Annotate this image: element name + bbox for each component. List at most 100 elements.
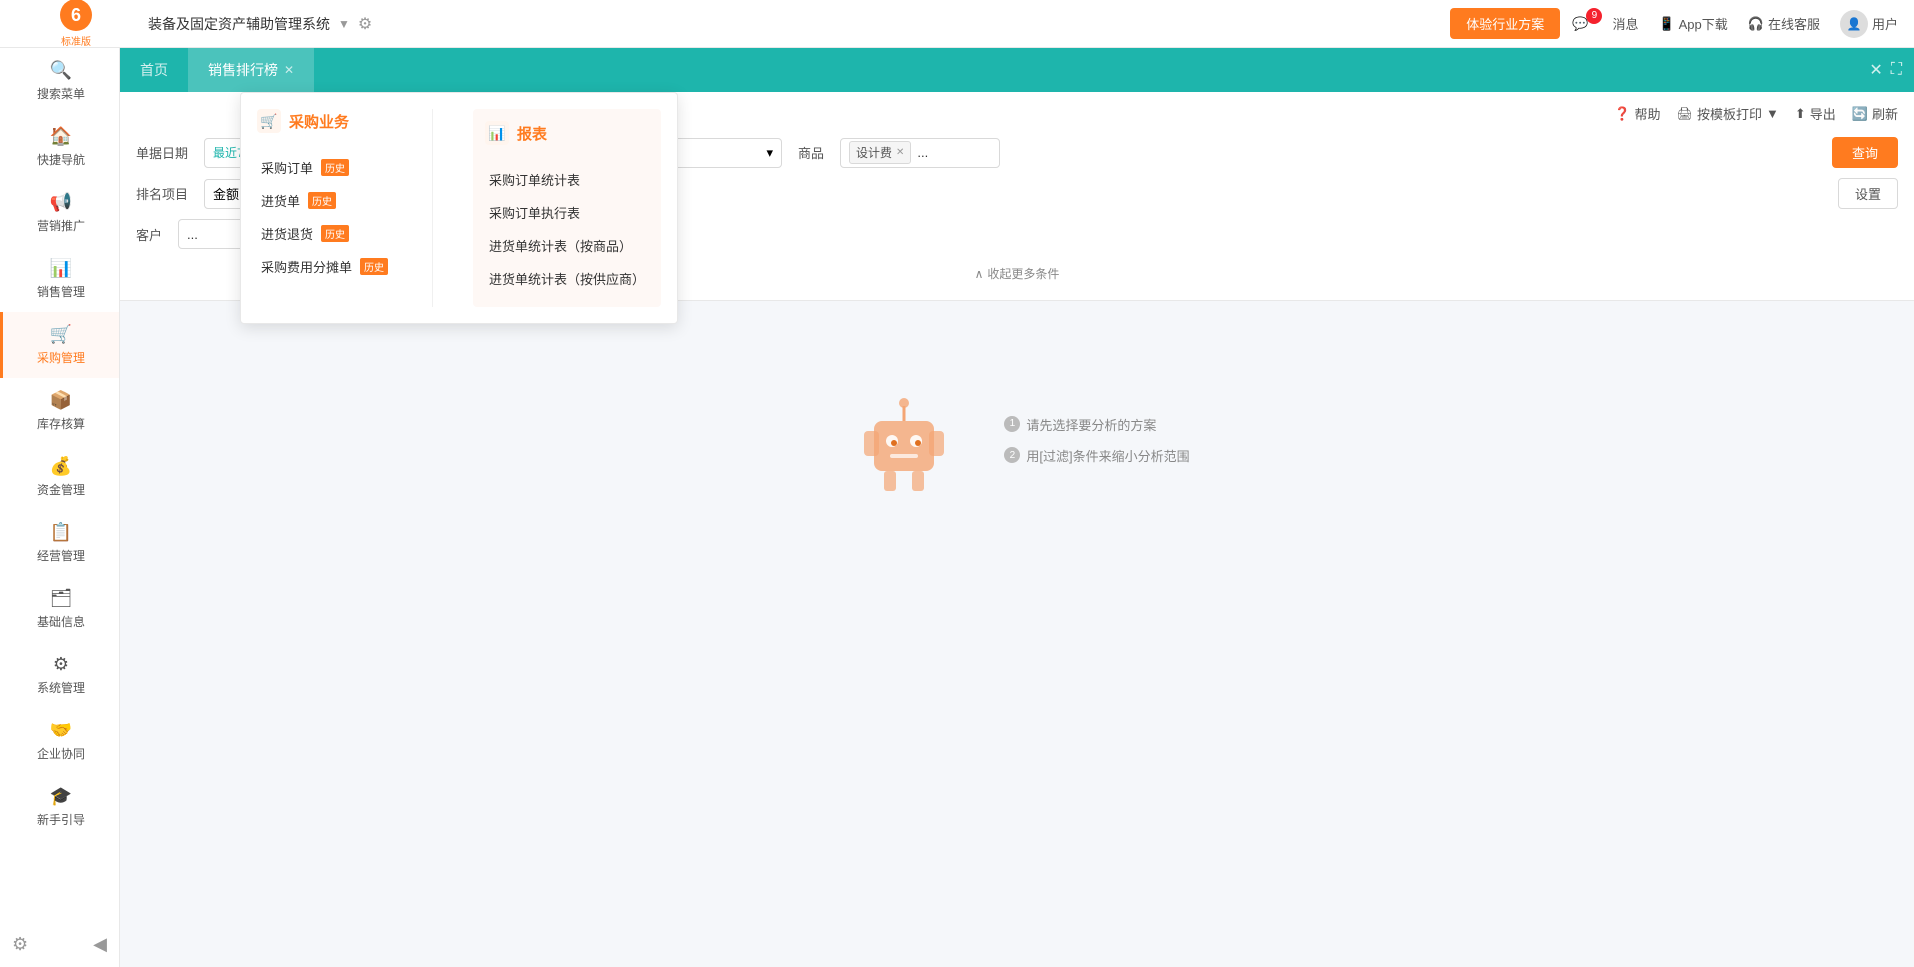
logo-area: 6 标准版: [16, 0, 136, 48]
empty-hints: 1 请先选择要分析的方案 2 用[过滤]条件来缩小分析范围: [1004, 414, 1189, 469]
sidebar-item-enterprise[interactable]: 🤝 企业协同: [0, 708, 119, 774]
sidebar-item-sales[interactable]: 📊 销售管理: [0, 246, 119, 312]
system-icon: ⚙: [53, 654, 69, 675]
menu-reports-title: 📊 报表: [485, 121, 649, 153]
rank-select-value: 金额: [213, 184, 239, 203]
sidebar-item-system[interactable]: ⚙ 系统管理: [0, 642, 119, 708]
empty-state: 1 请先选择要分析的方案 2 用[过滤]条件来缩小分析范围: [120, 301, 1914, 581]
sidebar-item-inventory[interactable]: 📦 库存核算: [0, 378, 119, 444]
menu-item-incoming[interactable]: 进货单 历史: [257, 184, 392, 217]
help-icon: ❓: [1614, 106, 1630, 122]
print-dropdown-arrow[interactable]: ▼: [1766, 106, 1779, 121]
phone-icon: 📱: [1658, 16, 1674, 32]
logo-subtext: 标准版: [61, 33, 91, 48]
sidebar-settings-icon[interactable]: ⚙: [12, 934, 28, 955]
customer-label: 客户: [136, 225, 162, 244]
help-link[interactable]: ❓ 帮助: [1614, 104, 1660, 123]
goods-tag[interactable]: 设计费 ✕: [849, 141, 911, 164]
message-item[interactable]: 💬 9 消息: [1572, 14, 1638, 33]
goods-stats-label: 进货单统计表（按商品）: [489, 236, 632, 255]
sidebar-label-basic: 基础信息: [37, 613, 85, 630]
incoming-label: 进货单: [261, 191, 300, 210]
sidebar-label-purchase: 采购管理: [37, 349, 85, 366]
menu-item-return[interactable]: 进货退货 历史: [257, 217, 392, 250]
app-download-label: App下载: [1679, 14, 1728, 33]
tab-sales-rank[interactable]: 销售排行榜 ✕: [188, 48, 314, 92]
sidebar-label-sales: 销售管理: [37, 283, 85, 300]
sidebar-item-operations[interactable]: 📋 经营管理: [0, 510, 119, 576]
tab-home[interactable]: 首页: [120, 48, 188, 92]
menu-item-order-exec[interactable]: 采购订单执行表: [485, 196, 649, 229]
step-1-num: 1: [1004, 416, 1020, 432]
hint-2-text: 用[过滤]条件来缩小分析范围: [1026, 445, 1189, 468]
purchase-icon: 🛒: [50, 324, 72, 345]
query-button[interactable]: 查询: [1832, 137, 1898, 168]
sidebar-item-purchase[interactable]: 🛒 采购管理: [0, 312, 119, 378]
user-label: 用户: [1872, 14, 1898, 33]
marketing-icon: 📢: [50, 192, 72, 213]
sidebar-item-search[interactable]: 🔍 搜索菜单: [0, 48, 119, 114]
sidebar-label-shortcut: 快捷导航: [37, 151, 85, 168]
print-link[interactable]: 🖨 按模板打印 ▼: [1676, 104, 1778, 123]
top-header: 6 标准版 装备及固定资产辅助管理系统 ▼ ⚙ 体验行业方案 💬 9 消息 📱 …: [0, 0, 1914, 48]
export-link[interactable]: ⬆ 导出: [1795, 104, 1836, 123]
trial-button[interactable]: 体验行业方案: [1450, 8, 1560, 39]
menu-purchase-section: 🛒 采购业务 采购订单 历史 进货单 历史 进货退货 历史 采购费用分摊单: [257, 109, 392, 307]
inventory-icon: 📦: [50, 390, 72, 411]
main-layout: 🔍 搜索菜单 🏠 快捷导航 📢 营销推广 📊 销售管理 🛒 采购管理 📦 库存核…: [0, 48, 1914, 967]
logo-icon: 6: [60, 0, 92, 31]
sidebar-bottom: ⚙ ◀: [0, 922, 119, 967]
sidebar-item-shortcut[interactable]: 🏠 快捷导航: [0, 114, 119, 180]
export-icon: ⬆: [1795, 106, 1806, 122]
sidebar-collapse-icon[interactable]: ◀: [93, 934, 107, 955]
tab-expand-icon[interactable]: ⛶: [1891, 61, 1902, 79]
online-service-item[interactable]: 🎧 在线客服: [1748, 14, 1820, 33]
sidebar-item-marketing[interactable]: 📢 营销推广: [0, 180, 119, 246]
goods-tag-close[interactable]: ✕: [896, 147, 904, 158]
order-stats-label: 采购订单统计表: [489, 170, 580, 189]
system-dropdown-arrow[interactable]: ▼: [338, 17, 350, 31]
sidebar-item-finance[interactable]: 💰 资金管理: [0, 444, 119, 510]
menu-item-expense[interactable]: 采购费用分摊单 历史: [257, 250, 392, 283]
customer-more-dots[interactable]: ...: [187, 227, 198, 242]
sidebar-item-guide[interactable]: 🎓 新手引导: [0, 774, 119, 840]
goods-input[interactable]: 设计费 ✕ ...: [840, 138, 1000, 168]
collapse-label: 收起更多条件: [987, 265, 1059, 282]
goods-more-dots[interactable]: ...: [917, 145, 928, 160]
app-download-item[interactable]: 📱 App下载: [1658, 14, 1727, 33]
gear-icon[interactable]: ⚙: [358, 14, 372, 34]
tab-bar: 首页 销售排行榜 ✕ ✕ ⛶: [120, 48, 1914, 92]
menu-divider: [432, 109, 433, 307]
menu-item-goods-stats[interactable]: 进货单统计表（按商品）: [485, 229, 649, 262]
user-item[interactable]: 👤 用户: [1840, 10, 1898, 38]
sidebar-label-finance: 资金管理: [37, 481, 85, 498]
menu-item-purchase-order[interactable]: 采购订单 历史: [257, 151, 392, 184]
enterprise-icon: 🤝: [50, 720, 72, 741]
sidebar-label-inventory: 库存核算: [37, 415, 85, 432]
online-service-label: 在线客服: [1768, 14, 1820, 33]
expense-history-tag[interactable]: 历史: [360, 258, 388, 275]
content-area: 首页 销售排行榜 ✕ ✕ ⛶ ❓ 帮助: [120, 48, 1914, 967]
return-history-tag[interactable]: 历史: [321, 225, 349, 242]
sidebar: 🔍 搜索菜单 🏠 快捷导航 📢 营销推广 📊 销售管理 🛒 采购管理 📦 库存核…: [0, 48, 120, 967]
menu-item-order-stats[interactable]: 采购订单统计表: [485, 163, 649, 196]
set-button[interactable]: 设置: [1838, 178, 1898, 209]
tab-close-icon[interactable]: ✕: [284, 63, 294, 77]
message-badge: 9: [1586, 8, 1602, 24]
header-right: 💬 9 消息 📱 App下载 🎧 在线客服 👤 用户: [1572, 10, 1898, 38]
empty-hint-2: 2 用[过滤]条件来缩小分析范围: [1004, 445, 1189, 468]
refresh-link[interactable]: 🔄 刷新: [1852, 104, 1898, 123]
tab-close-all-icon[interactable]: ✕: [1869, 60, 1882, 80]
incoming-history-tag[interactable]: 历史: [308, 192, 336, 209]
tab-bar-right: ✕ ⛶: [1869, 60, 1914, 80]
purchase-order-history-tag[interactable]: 历史: [321, 159, 349, 176]
return-label: 进货退货: [261, 224, 313, 243]
sidebar-label-operations: 经营管理: [37, 547, 85, 564]
sidebar-label-system: 系统管理: [37, 679, 85, 696]
sidebar-item-basic[interactable]: 🗂 基础信息: [0, 576, 119, 642]
menu-reports-section: 📊 报表 采购订单统计表 采购订单执行表 进货单统计表（按商品） 进货单统计表（…: [473, 109, 661, 307]
sidebar-label-marketing: 营销推广: [37, 217, 85, 234]
menu-item-supplier-stats[interactable]: 进货单统计表（按供应商）: [485, 262, 649, 295]
tab-home-label: 首页: [140, 60, 168, 80]
supplier-stats-label: 进货单统计表（按供应商）: [489, 269, 645, 288]
